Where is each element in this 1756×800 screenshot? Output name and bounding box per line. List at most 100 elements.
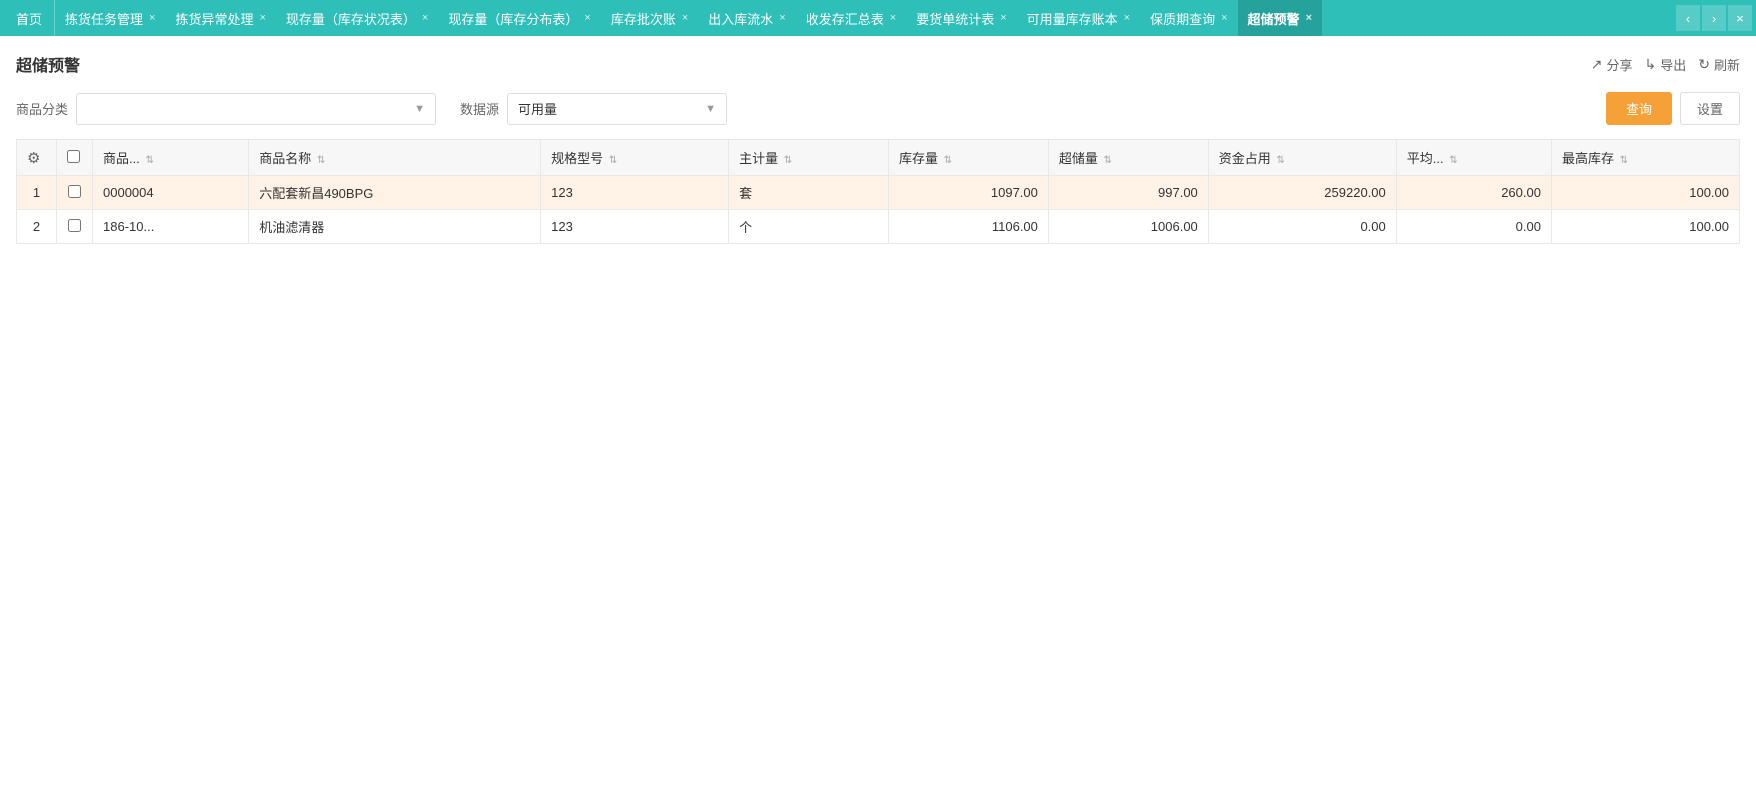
row-stock: 1097.00 — [889, 176, 1049, 210]
row-checkbox-cell — [57, 176, 93, 210]
row-over: 1006.00 — [1048, 210, 1208, 244]
row-num: 1 — [17, 176, 57, 210]
close-tab-10[interactable]: × — [1306, 12, 1312, 24]
close-tab-3[interactable]: × — [584, 12, 590, 24]
nav-tab-2[interactable]: 现存量（库存状况表） × — [276, 0, 438, 36]
export-icon: ↳ — [1645, 56, 1657, 73]
query-button[interactable]: 查询 — [1606, 92, 1672, 125]
close-tab-8[interactable]: × — [1124, 12, 1130, 24]
page-title: 超储预警 — [16, 52, 80, 76]
th-stock[interactable]: 库存量 ⇅ — [889, 140, 1049, 176]
header-actions: ↗ 分享 ↳ 导出 ↻ 刷新 — [1591, 55, 1740, 74]
sort-icon-code: ⇅ — [145, 155, 153, 166]
nav-tab-8[interactable]: 可用量库存账本 × — [1017, 0, 1140, 36]
close-tab-2[interactable]: × — [422, 12, 428, 24]
nav-tab-7[interactable]: 要货单统计表 × — [906, 0, 1016, 36]
nav-tab-9[interactable]: 保质期查询 × — [1140, 0, 1237, 36]
sort-icon-spec: ⇅ — [609, 155, 617, 166]
close-tab-1[interactable]: × — [259, 12, 265, 24]
sort-icon-capital: ⇅ — [1276, 155, 1284, 166]
row-capital: 259220.00 — [1208, 176, 1396, 210]
nav-prev-btn[interactable]: ‹ — [1676, 5, 1700, 31]
chevron-down-icon-2: ▼ — [705, 103, 716, 115]
row-name: 机油滤清器 — [249, 210, 541, 244]
row-avg: 260.00 — [1396, 176, 1551, 210]
data-table: ⚙ 商品... ⇅ 商品名称 ⇅ 规格型号 ⇅ 主计量 — [16, 139, 1740, 244]
nav-tab-4[interactable]: 库存批次账 × — [601, 0, 698, 36]
nav-tab-6[interactable]: 收发存汇总表 × — [796, 0, 906, 36]
row-checkbox-0[interactable] — [68, 185, 81, 198]
nav-home[interactable]: 首页 — [4, 0, 55, 36]
sort-icon-unit: ⇅ — [784, 155, 792, 166]
nav-next-btn[interactable]: › — [1702, 5, 1726, 31]
row-checkbox-cell — [57, 210, 93, 244]
th-capital[interactable]: 资金占用 ⇅ — [1208, 140, 1396, 176]
sort-icon-over: ⇅ — [1104, 155, 1112, 166]
table-row: 2 186-10... 机油滤清器 123 个 1106.00 1006.00 … — [17, 210, 1740, 244]
nav-arrows: ‹ › × — [1676, 5, 1752, 31]
row-name: 六配套新昌490BPG — [249, 176, 541, 210]
th-spec[interactable]: 规格型号 ⇅ — [541, 140, 729, 176]
row-spec: 123 — [541, 210, 729, 244]
th-max[interactable]: 最高库存 ⇅ — [1551, 140, 1739, 176]
datasource-label: 数据源 — [460, 99, 499, 118]
row-capital: 0.00 — [1208, 210, 1396, 244]
close-tab-7[interactable]: × — [1000, 12, 1006, 24]
close-tab-4[interactable]: × — [682, 12, 688, 24]
settings-button[interactable]: 设置 — [1680, 92, 1740, 125]
nav-tab-1[interactable]: 拣货异常处理 × — [165, 0, 275, 36]
th-settings: ⚙ — [17, 140, 57, 176]
row-over: 997.00 — [1048, 176, 1208, 210]
th-avg[interactable]: 平均... ⇅ — [1396, 140, 1551, 176]
row-unit: 个 — [729, 210, 889, 244]
row-checkbox-1[interactable] — [68, 219, 81, 232]
row-max: 100.00 — [1551, 210, 1739, 244]
th-code[interactable]: 商品... ⇅ — [93, 140, 249, 176]
th-unit[interactable]: 主计量 ⇅ — [729, 140, 889, 176]
row-num: 2 — [17, 210, 57, 244]
category-filter: 商品分类 ▼ — [16, 93, 436, 125]
nav-tab-0[interactable]: 拣货任务管理 × — [55, 0, 165, 36]
select-all-checkbox[interactable] — [67, 150, 80, 163]
close-tab-0[interactable]: × — [149, 12, 155, 24]
row-spec: 123 — [541, 176, 729, 210]
nav-tab-3[interactable]: 现存量（库存分布表） × — [438, 0, 600, 36]
sort-icon-avg: ⇅ — [1449, 155, 1457, 166]
table-row: 1 0000004 六配套新昌490BPG 123 套 1097.00 997.… — [17, 176, 1740, 210]
chevron-down-icon: ▼ — [414, 103, 425, 115]
export-button[interactable]: ↳ 导出 — [1645, 55, 1687, 74]
category-select[interactable]: ▼ — [76, 93, 436, 125]
close-tab-9[interactable]: × — [1221, 12, 1227, 24]
row-max: 100.00 — [1551, 176, 1739, 210]
category-label: 商品分类 — [16, 99, 68, 118]
sort-icon-max: ⇅ — [1620, 155, 1628, 166]
share-button[interactable]: ↗ 分享 — [1591, 55, 1633, 74]
th-over[interactable]: 超储量 ⇅ — [1048, 140, 1208, 176]
th-checkbox — [57, 140, 93, 176]
page-header: 超储预警 ↗ 分享 ↳ 导出 ↻ 刷新 — [16, 52, 1740, 76]
top-nav: 首页 拣货任务管理 × 拣货异常处理 × 现存量（库存状况表） × 现存量（库存… — [0, 0, 1756, 36]
row-avg: 0.00 — [1396, 210, 1551, 244]
sort-icon-stock: ⇅ — [944, 155, 952, 166]
nav-tab-10[interactable]: 超储预警 × — [1238, 0, 1322, 36]
refresh-button[interactable]: ↻ 刷新 — [1698, 55, 1740, 74]
filter-actions: 查询 设置 — [1606, 92, 1740, 125]
th-name[interactable]: 商品名称 ⇅ — [249, 140, 541, 176]
sort-icon-name: ⇅ — [317, 155, 325, 166]
row-code: 0000004 — [93, 176, 249, 210]
filter-row: 商品分类 ▼ 数据源 可用量 ▼ 查询 设置 — [16, 92, 1740, 125]
datasource-filter: 数据源 可用量 ▼ — [460, 93, 727, 125]
row-stock: 1106.00 — [889, 210, 1049, 244]
table-header-row: ⚙ 商品... ⇅ 商品名称 ⇅ 规格型号 ⇅ 主计量 — [17, 140, 1740, 176]
nav-close-all-btn[interactable]: × — [1728, 5, 1752, 31]
share-icon: ↗ — [1591, 56, 1603, 73]
close-tab-5[interactable]: × — [779, 12, 785, 24]
gear-icon[interactable]: ⚙ — [27, 149, 40, 167]
close-tab-6[interactable]: × — [890, 12, 896, 24]
row-unit: 套 — [729, 176, 889, 210]
row-code: 186-10... — [93, 210, 249, 244]
datasource-value: 可用量 — [518, 99, 557, 118]
nav-tab-5[interactable]: 出入库流水 × — [698, 0, 795, 36]
datasource-select[interactable]: 可用量 ▼ — [507, 93, 727, 125]
refresh-icon: ↻ — [1698, 56, 1710, 73]
